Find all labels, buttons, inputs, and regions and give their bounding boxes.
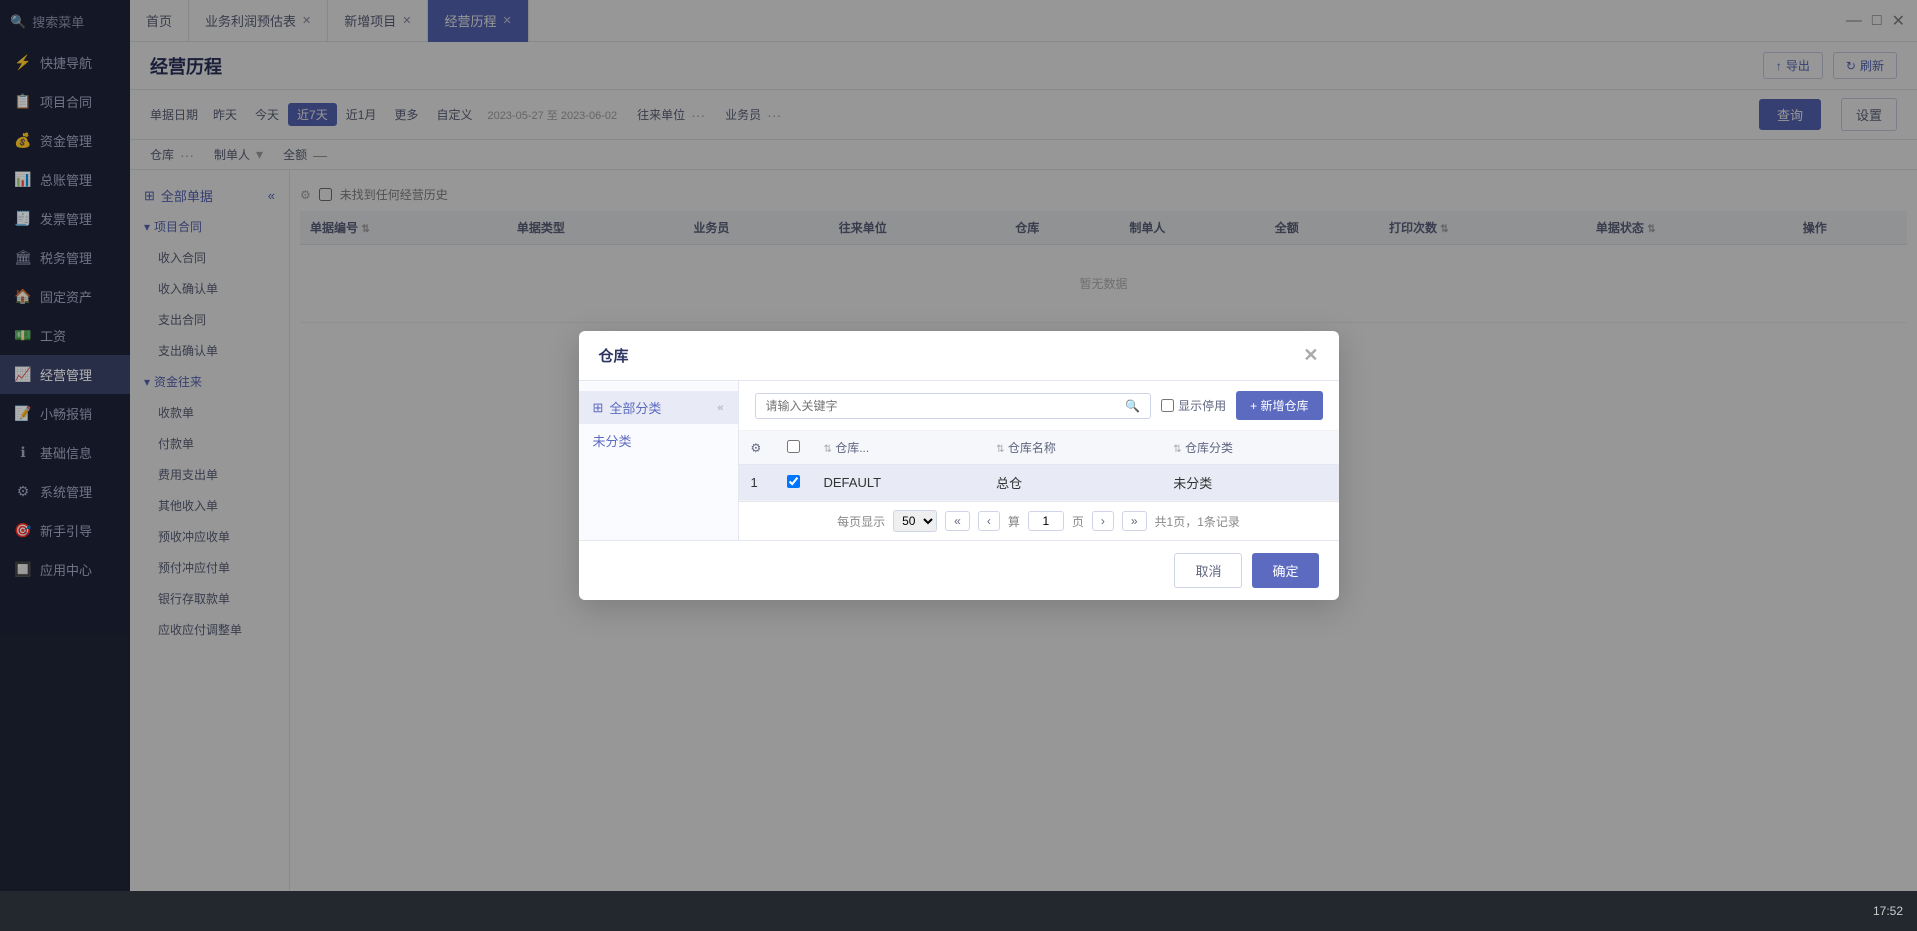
- modal-search-input[interactable]: [766, 399, 1120, 413]
- modal-prev-btn[interactable]: ‹: [978, 511, 1000, 531]
- th-modal-check: [775, 431, 812, 465]
- row-index: 1: [739, 465, 775, 501]
- modal-all-category[interactable]: ⊞ 全部分类 «: [579, 391, 738, 424]
- modal-page-size-label: 每页显示: [837, 513, 885, 530]
- modal-close-button[interactable]: ✕: [1303, 345, 1318, 366]
- modal-toolbar: 🔍 显示停用 + 新增仓库: [739, 381, 1339, 431]
- th-modal-code: ⇅ 仓库...: [812, 431, 985, 465]
- sort-name-icon[interactable]: ⇅: [996, 444, 1004, 455]
- modal-pagination: 每页显示 50 « ‹ 算 页 › » 共1页，1条记录: [739, 501, 1339, 540]
- row-category: 未分类: [1161, 465, 1338, 501]
- modal-header: 仓库 ✕: [579, 331, 1339, 381]
- show-disabled-checkbox[interactable]: [1161, 399, 1174, 412]
- th-modal-gear[interactable]: ⚙: [739, 431, 775, 465]
- sort-cat-icon[interactable]: ⇅: [1173, 444, 1181, 455]
- modal-page-label: 算: [1008, 513, 1020, 530]
- modal-table: ⚙ ⇅ 仓库... ⇅ 仓库名称: [739, 431, 1339, 501]
- modal-left-panel: ⊞ 全部分类 « 未分类: [579, 381, 739, 540]
- all-category-label: 全部分类: [609, 398, 661, 417]
- modal-last-btn[interactable]: »: [1122, 511, 1147, 531]
- unclassified-label: 未分类: [593, 431, 632, 450]
- modal-total: 共1页，1条记录: [1155, 513, 1240, 530]
- modal-title: 仓库: [599, 345, 629, 366]
- taskbar: 17:52: [0, 891, 1917, 931]
- modal-body: ⊞ 全部分类 « 未分类 🔍 显示停用: [579, 381, 1339, 540]
- modal-unclassified[interactable]: 未分类: [579, 424, 738, 457]
- modal-overlay: 仓库 ✕ ⊞ 全部分类 « 未分类: [0, 0, 1917, 931]
- all-category-icon: ⊞: [593, 400, 604, 416]
- show-disabled-label[interactable]: 显示停用: [1161, 397, 1226, 414]
- modal-first-btn[interactable]: «: [945, 511, 970, 531]
- warehouse-modal: 仓库 ✕ ⊞ 全部分类 « 未分类: [579, 331, 1339, 600]
- sort-code-icon[interactable]: ⇅: [824, 444, 832, 455]
- modal-right-panel: 🔍 显示停用 + 新增仓库 ⚙: [739, 381, 1339, 540]
- search-icon: 🔍: [1125, 399, 1140, 413]
- collapse-modal-left[interactable]: «: [717, 402, 723, 414]
- th-modal-name: ⇅ 仓库名称: [984, 431, 1161, 465]
- modal-page-size-select[interactable]: 50: [893, 510, 937, 532]
- modal-next-btn[interactable]: ›: [1092, 511, 1114, 531]
- modal-footer: 取消 确定: [579, 540, 1339, 600]
- row-checkbox[interactable]: [787, 475, 800, 488]
- modal-search-box[interactable]: 🔍: [755, 393, 1152, 419]
- table-row[interactable]: 1 DEFAULT 总仓 未分类: [739, 465, 1339, 501]
- confirm-button[interactable]: 确定: [1252, 553, 1318, 588]
- row-name: 总仓: [984, 465, 1161, 501]
- modal-select-all[interactable]: [787, 440, 800, 453]
- row-code: DEFAULT: [812, 465, 985, 501]
- taskbar-time: 17:52: [1873, 904, 1903, 918]
- add-warehouse-button[interactable]: + 新增仓库: [1236, 391, 1322, 420]
- cancel-button[interactable]: 取消: [1174, 553, 1242, 588]
- modal-page-input[interactable]: [1028, 511, 1064, 531]
- th-modal-category: ⇅ 仓库分类: [1161, 431, 1338, 465]
- row-check[interactable]: [775, 465, 812, 501]
- modal-table-wrapper: ⚙ ⇅ 仓库... ⇅ 仓库名称: [739, 431, 1339, 501]
- modal-page-end: 页: [1072, 513, 1084, 530]
